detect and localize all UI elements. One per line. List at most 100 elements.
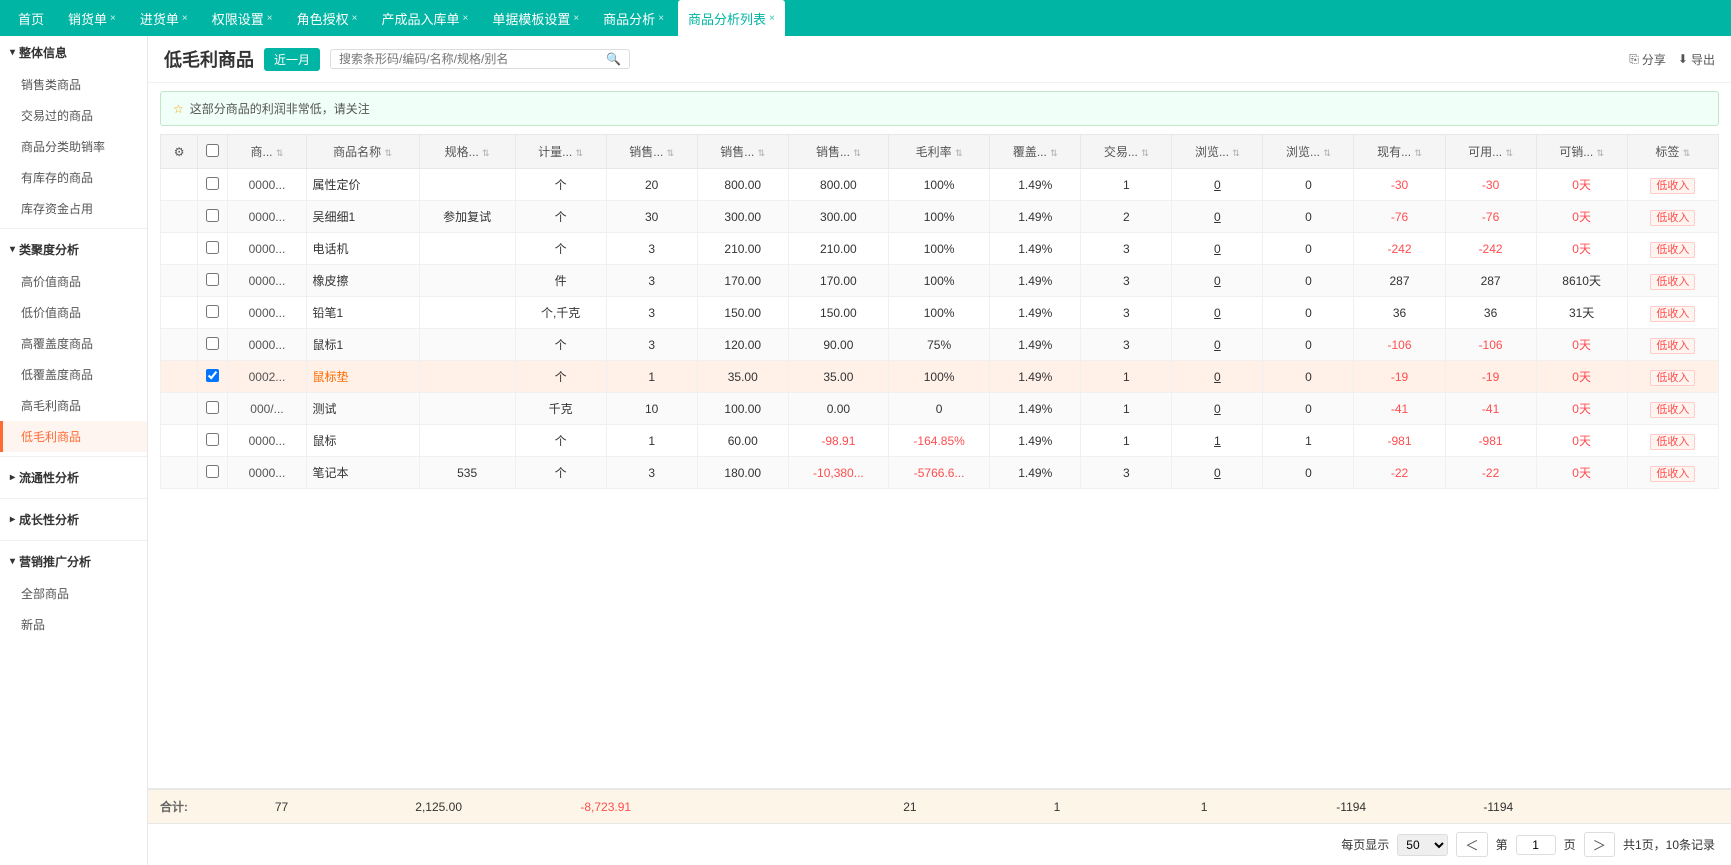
nav-home[interactable]: 首页 [8,0,54,36]
sidebar-item-capital[interactable]: 库存资金占用 [0,193,147,224]
nav-close-products[interactable]: × [462,13,468,24]
nav-close-templates[interactable]: × [573,13,579,24]
nav-close-purchase[interactable]: × [182,13,188,24]
th-name[interactable]: 商品名称 ⇅ [306,135,419,169]
row-view1[interactable]: 0 [1172,201,1263,233]
sidebar-item-stocked-goods[interactable]: 有库存的商品 [0,162,147,193]
row-checkbox[interactable] [198,265,228,297]
row-select-checkbox[interactable] [206,465,219,478]
th-sales-qty[interactable]: 销售... ⇅ [606,135,697,169]
sidebar-item-low-coverage[interactable]: 低覆盖度商品 [0,359,147,390]
sidebar-item-all-goods[interactable]: 全部商品 [0,578,147,609]
table-row[interactable]: 0000... 鼠标 个 1 60.00 -98.91 -164.85% 1.4… [161,425,1719,457]
th-view2[interactable]: 浏览... ⇅ [1263,135,1354,169]
row-view1[interactable]: 0 [1172,393,1263,425]
search-input[interactable] [339,52,606,66]
prev-page-button[interactable]: ＜ [1456,832,1487,857]
export-button[interactable]: ⬇ 导出 [1678,51,1715,68]
th-view1[interactable]: 浏览... ⇅ [1172,135,1263,169]
th-settings[interactable]: ⚙ [161,135,198,169]
sidebar-group-circulation[interactable]: ▸ 流通性分析 [0,461,147,494]
sidebar-item-high-value[interactable]: 高价值商品 [0,266,147,297]
row-select-checkbox[interactable] [206,401,219,414]
sidebar-group-overall[interactable]: ▾ 整体信息 [0,36,147,69]
sidebar-group-cluster[interactable]: ▾ 类聚度分析 [0,233,147,266]
row-select-checkbox[interactable] [206,209,219,222]
row-view1[interactable]: 0 [1172,297,1263,329]
sidebar-group-growth[interactable]: ▸ 成长性分析 [0,503,147,536]
row-view1[interactable]: 0 [1172,233,1263,265]
th-sales-price[interactable]: 销售... ⇅ [697,135,788,169]
row-view1[interactable]: 0 [1172,169,1263,201]
nav-products[interactable]: 产成品入库单 × [371,0,478,36]
th-tag[interactable]: 标签 ⇅ [1627,135,1718,169]
table-row[interactable]: 0000... 吴细细1 参加复试 个 30 300.00 300.00 100… [161,201,1719,233]
th-current-stock[interactable]: 现有... ⇅ [1354,135,1445,169]
th-code[interactable]: 商... ⇅ [228,135,306,169]
nav-close-permissions[interactable]: × [267,13,273,24]
sidebar-item-high-coverage[interactable]: 高覆盖度商品 [0,328,147,359]
nav-analysis-list[interactable]: 商品分析列表 × [678,0,785,36]
row-view1[interactable]: 1 [1172,425,1263,457]
row-select-checkbox[interactable] [206,369,219,382]
row-select-checkbox[interactable] [206,241,219,254]
next-page-button[interactable]: ＞ [1584,832,1615,857]
table-row[interactable]: 000/... 测试 千克 10 100.00 0.00 0 1.49% 1 0… [161,393,1719,425]
row-select-checkbox[interactable] [206,305,219,318]
table-row[interactable]: 0000... 笔记本 535 个 3 180.00 -10,380... -5… [161,457,1719,489]
row-checkbox[interactable] [198,297,228,329]
table-row[interactable]: 0002... 鼠标垫 个 1 35.00 35.00 100% 1.49% 1… [161,361,1719,393]
sidebar-item-sales-goods[interactable]: 销售类商品 [0,69,147,100]
search-icon[interactable]: 🔍 [606,52,621,66]
row-checkbox[interactable] [198,329,228,361]
select-all-checkbox[interactable] [206,144,219,157]
row-checkbox[interactable] [198,457,228,489]
row-select-checkbox[interactable] [206,273,219,286]
th-saleable[interactable]: 可销... ⇅ [1536,135,1627,169]
row-checkbox[interactable] [198,361,228,393]
th-spec[interactable]: 规格... ⇅ [419,135,515,169]
table-row[interactable]: 0000... 鼠标1 个 3 120.00 90.00 75% 1.49% 3… [161,329,1719,361]
th-available[interactable]: 可用... ⇅ [1445,135,1536,169]
row-view1[interactable]: 0 [1172,329,1263,361]
row-view1[interactable]: 0 [1172,265,1263,297]
nav-close-analysis[interactable]: × [658,13,664,24]
sidebar-item-traded-goods[interactable]: 交易过的商品 [0,100,147,131]
per-page-select[interactable]: 50 100 200 [1397,834,1448,856]
sidebar-group-marketing[interactable]: ▾ 营销推广分析 [0,545,147,578]
date-filter-button[interactable]: 近一月 [264,48,320,71]
sidebar-item-new-goods[interactable]: 新品 [0,609,147,640]
nav-close-roles[interactable]: × [352,13,358,24]
table-row[interactable]: 0000... 属性定价 个 20 800.00 800.00 100% 1.4… [161,169,1719,201]
nav-templates[interactable]: 单据模板设置 × [482,0,589,36]
current-page-input[interactable] [1516,835,1556,855]
table-row[interactable]: 0000... 橡皮擦 件 3 170.00 170.00 100% 1.49%… [161,265,1719,297]
sidebar-item-high-margin[interactable]: 高毛利商品 [0,390,147,421]
nav-permissions[interactable]: 权限设置 × [202,0,283,36]
sidebar-item-low-margin[interactable]: 低毛利商品 [0,421,147,452]
th-checkbox[interactable] [198,135,228,169]
sidebar-item-low-value[interactable]: 低价值商品 [0,297,147,328]
row-checkbox[interactable] [198,393,228,425]
sidebar-item-category-rate[interactable]: 商品分类助销率 [0,131,147,162]
share-button[interactable]: ⎘ 分享 [1629,51,1666,68]
row-select-checkbox[interactable] [206,177,219,190]
row-view1[interactable]: 0 [1172,457,1263,489]
table-row[interactable]: 0000... 铅笔1 个,千克 3 150.00 150.00 100% 1.… [161,297,1719,329]
nav-purchase[interactable]: 进货单 × [130,0,198,36]
table-row[interactable]: 0000... 电话机 个 3 210.00 210.00 100% 1.49%… [161,233,1719,265]
th-unit[interactable]: 计量... ⇅ [515,135,606,169]
row-view1[interactable]: 0 [1172,361,1263,393]
th-coverage[interactable]: 覆盖... ⇅ [990,135,1081,169]
row-checkbox[interactable] [198,201,228,233]
row-select-checkbox[interactable] [206,337,219,350]
nav-analysis[interactable]: 商品分析 × [593,0,674,36]
th-gross-margin[interactable]: 毛利率 ⇅ [888,135,989,169]
nav-sales[interactable]: 销货单 × [58,0,126,36]
th-trade-cnt[interactable]: 交易... ⇅ [1081,135,1172,169]
nav-close-sales[interactable]: × [110,13,116,24]
nav-roles[interactable]: 角色授权 × [287,0,368,36]
th-sales-amount[interactable]: 销售... ⇅ [788,135,888,169]
row-select-checkbox[interactable] [206,433,219,446]
nav-close-analysis-list[interactable]: × [769,13,775,24]
